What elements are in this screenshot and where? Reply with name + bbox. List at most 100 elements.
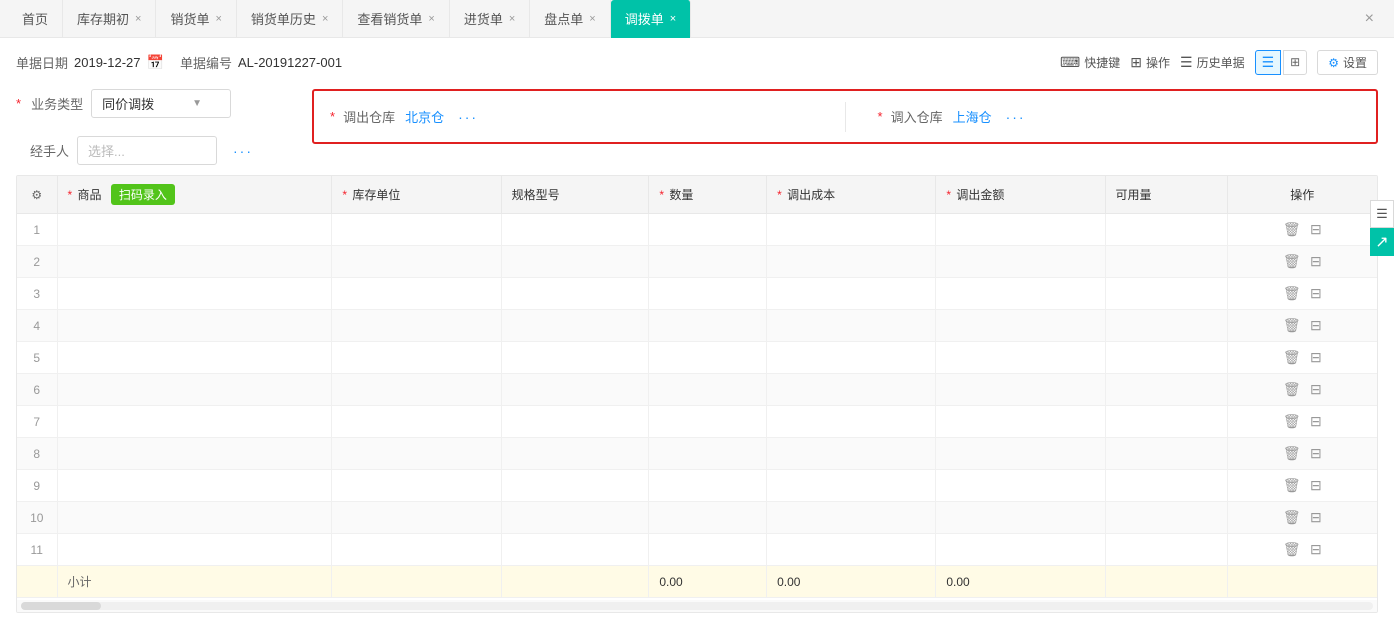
row-spec-cell[interactable] xyxy=(501,342,649,374)
tab-inventory-init-close[interactable]: × xyxy=(135,13,141,25)
delete-row-button[interactable]: 🗑 xyxy=(1283,509,1301,525)
row-product-cell[interactable] xyxy=(57,502,332,534)
tab-transfer[interactable]: 调拨单 × xyxy=(611,0,691,38)
row-qty-cell[interactable] xyxy=(649,470,767,502)
scroll-thumb[interactable] xyxy=(21,602,101,610)
tab-sales-history-close[interactable]: × xyxy=(322,13,328,25)
grid-view-button[interactable]: ⊞ xyxy=(1283,50,1307,75)
row-spec-cell[interactable] xyxy=(501,470,649,502)
row-cost-cell[interactable] xyxy=(767,406,936,438)
delete-row-button[interactable]: 🗑 xyxy=(1283,413,1301,429)
delete-row-button[interactable]: 🗑 xyxy=(1283,253,1301,269)
copy-row-button[interactable]: ⊟ xyxy=(1310,253,1322,269)
copy-row-button[interactable]: ⊟ xyxy=(1310,477,1322,493)
transfer-in-value[interactable]: 上海仓 xyxy=(953,107,992,126)
row-cost-cell[interactable] xyxy=(767,470,936,502)
delete-row-button[interactable]: 🗑 xyxy=(1283,445,1301,461)
row-spec-cell[interactable] xyxy=(501,502,649,534)
row-cost-cell[interactable] xyxy=(767,214,936,246)
delete-row-button[interactable]: 🗑 xyxy=(1283,285,1301,301)
history-button[interactable]: ☰ 历史单据 xyxy=(1180,54,1245,71)
row-qty-cell[interactable] xyxy=(649,214,767,246)
tab-view-sales[interactable]: 查看销货单 × xyxy=(343,0,449,38)
copy-row-button[interactable]: ⊟ xyxy=(1310,413,1322,429)
row-qty-cell[interactable] xyxy=(649,310,767,342)
row-cost-cell[interactable] xyxy=(767,246,936,278)
row-cost-cell[interactable] xyxy=(767,278,936,310)
row-cost-cell[interactable] xyxy=(767,342,936,374)
copy-row-button[interactable]: ⊟ xyxy=(1310,317,1322,333)
row-available-cell[interactable] xyxy=(1105,406,1227,438)
delete-row-button[interactable]: 🗑 xyxy=(1283,541,1301,557)
tab-inventory-check[interactable]: 盘点单 × xyxy=(530,0,610,38)
tab-sales-history[interactable]: 销货单历史 × xyxy=(237,0,343,38)
tab-sales-order-close[interactable]: × xyxy=(215,13,221,25)
row-available-cell[interactable] xyxy=(1105,502,1227,534)
row-qty-cell[interactable] xyxy=(649,502,767,534)
row-available-cell[interactable] xyxy=(1105,278,1227,310)
row-qty-cell[interactable] xyxy=(649,246,767,278)
row-amount-cell[interactable] xyxy=(936,342,1105,374)
row-available-cell[interactable] xyxy=(1105,438,1227,470)
row-unit-cell[interactable] xyxy=(332,342,501,374)
delete-row-button[interactable]: 🗑 xyxy=(1283,221,1301,237)
tab-purchase[interactable]: 进货单 × xyxy=(450,0,530,38)
sidebar-export-button[interactable]: ↗ xyxy=(1370,228,1394,256)
row-qty-cell[interactable] xyxy=(649,342,767,374)
row-product-cell[interactable] xyxy=(57,406,332,438)
row-cost-cell[interactable] xyxy=(767,502,936,534)
row-product-cell[interactable] xyxy=(57,342,332,374)
row-product-cell[interactable] xyxy=(57,374,332,406)
table-gear-icon[interactable]: ⚙ xyxy=(31,188,42,202)
scan-button[interactable]: 扫码录入 xyxy=(111,184,175,205)
sidebar-list-button[interactable]: ☰ xyxy=(1370,200,1394,228)
row-spec-cell[interactable] xyxy=(501,246,649,278)
row-product-cell[interactable] xyxy=(57,246,332,278)
row-product-cell[interactable] xyxy=(57,438,332,470)
row-amount-cell[interactable] xyxy=(936,374,1105,406)
row-cost-cell[interactable] xyxy=(767,310,936,342)
row-unit-cell[interactable] xyxy=(332,406,501,438)
tab-inventory-check-close[interactable]: × xyxy=(589,13,595,25)
row-available-cell[interactable] xyxy=(1105,470,1227,502)
list-view-button[interactable]: ☰ xyxy=(1255,50,1282,75)
copy-row-button[interactable]: ⊟ xyxy=(1310,349,1322,365)
row-available-cell[interactable] xyxy=(1105,246,1227,278)
row-qty-cell[interactable] xyxy=(649,438,767,470)
shortcut-button[interactable]: ⌨ 快捷键 xyxy=(1060,54,1120,71)
row-spec-cell[interactable] xyxy=(501,374,649,406)
row-unit-cell[interactable] xyxy=(332,278,501,310)
tab-inventory-init[interactable]: 库存期初 × xyxy=(63,0,156,38)
transfer-out-value[interactable]: 北京仓 xyxy=(405,107,444,126)
row-product-cell[interactable] xyxy=(57,214,332,246)
row-product-cell[interactable] xyxy=(57,470,332,502)
row-amount-cell[interactable] xyxy=(936,278,1105,310)
row-unit-cell[interactable] xyxy=(332,246,501,278)
row-amount-cell[interactable] xyxy=(936,246,1105,278)
horizontal-scrollbar[interactable] xyxy=(17,600,1377,612)
row-unit-cell[interactable] xyxy=(332,214,501,246)
row-amount-cell[interactable] xyxy=(936,406,1105,438)
copy-row-button[interactable]: ⊟ xyxy=(1310,509,1322,525)
row-cost-cell[interactable] xyxy=(767,534,936,566)
row-spec-cell[interactable] xyxy=(501,438,649,470)
row-qty-cell[interactable] xyxy=(649,278,767,310)
row-amount-cell[interactable] xyxy=(936,502,1105,534)
date-value[interactable]: 2019-12-27 xyxy=(74,55,141,70)
copy-row-button[interactable]: ⊟ xyxy=(1310,221,1322,237)
row-available-cell[interactable] xyxy=(1105,374,1227,406)
tab-purchase-close[interactable]: × xyxy=(509,13,515,25)
transfer-in-more-button[interactable]: ··· xyxy=(1006,109,1026,125)
row-qty-cell[interactable] xyxy=(649,374,767,406)
settings-button[interactable]: ⚙ 设置 xyxy=(1317,50,1378,75)
row-qty-cell[interactable] xyxy=(649,534,767,566)
copy-row-button[interactable]: ⊟ xyxy=(1310,285,1322,301)
tab-transfer-close[interactable]: × xyxy=(670,13,676,25)
row-unit-cell[interactable] xyxy=(332,502,501,534)
row-available-cell[interactable] xyxy=(1105,214,1227,246)
row-spec-cell[interactable] xyxy=(501,406,649,438)
row-available-cell[interactable] xyxy=(1105,534,1227,566)
row-product-cell[interactable] xyxy=(57,310,332,342)
row-amount-cell[interactable] xyxy=(936,214,1105,246)
copy-row-button[interactable]: ⊟ xyxy=(1310,445,1322,461)
